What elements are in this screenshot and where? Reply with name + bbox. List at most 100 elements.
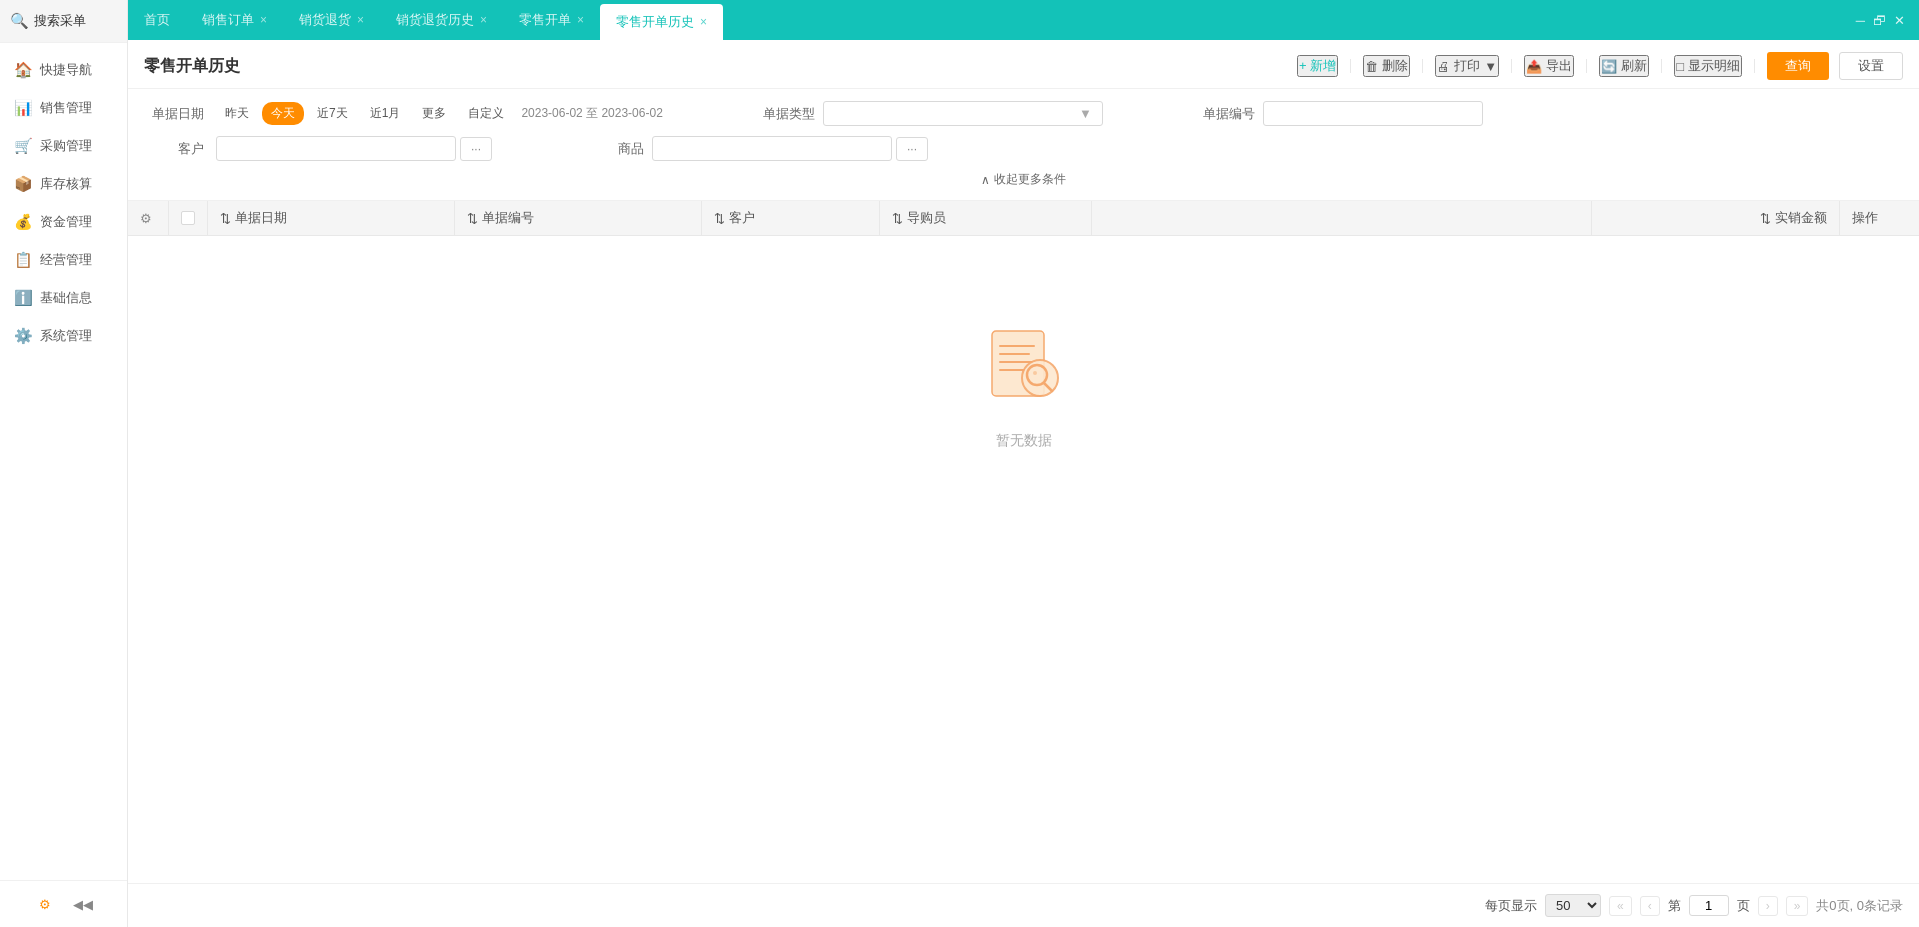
- customer-input[interactable]: [216, 136, 456, 161]
- print-icon: 🖨: [1437, 59, 1450, 74]
- product-input-group: ···: [652, 136, 928, 161]
- next-page-btn[interactable]: ›: [1758, 896, 1778, 916]
- date-filter-buttons: 昨天 今天 近7天 近1月 更多 自定义 2023-06-02 至 2023-0…: [216, 102, 663, 125]
- data-table: ⚙ ⇅ 单据日期 ⇅: [128, 201, 1919, 530]
- settings-bottom-icon[interactable]: ⚙: [34, 893, 56, 915]
- print-button-label: 打印: [1454, 57, 1480, 75]
- tab-sales-order-label: 销售订单: [202, 11, 254, 29]
- page-number-input[interactable]: [1689, 895, 1729, 916]
- th-customer-sort[interactable]: ⇅ 客户: [714, 209, 866, 227]
- page-label: 第: [1668, 897, 1681, 915]
- print-dropdown-icon: ▼: [1484, 59, 1497, 74]
- th-date-sort[interactable]: ⇅ 单据日期: [220, 209, 442, 227]
- chart-icon: 📊: [14, 99, 32, 117]
- tab-retail-open[interactable]: 零售开单 ×: [503, 0, 600, 40]
- doc-no-label: 单据编号: [1195, 105, 1255, 123]
- page-title: 零售开单历史: [144, 56, 240, 77]
- select-all-checkbox[interactable]: [181, 211, 195, 225]
- filter-row-2: 客户 ··· 商品 ···: [144, 136, 1903, 161]
- tab-sales-order-close[interactable]: ×: [260, 13, 267, 27]
- date-btn-last7[interactable]: 近7天: [308, 102, 357, 125]
- export-button[interactable]: 📤 导出: [1524, 55, 1574, 77]
- collapse-sidebar-icon[interactable]: ◀◀: [72, 893, 94, 915]
- th-salesperson-sort-icon: ⇅: [892, 211, 903, 226]
- tab-sales-return[interactable]: 销货退货 ×: [283, 0, 380, 40]
- tab-retail-open-history[interactable]: 零售开单历史 ×: [600, 4, 723, 40]
- doc-type-select[interactable]: ▼: [823, 101, 1103, 126]
- first-page-btn[interactable]: «: [1609, 896, 1632, 916]
- tab-retail-open-close[interactable]: ×: [577, 13, 584, 27]
- th-salesperson-sort[interactable]: ⇅ 导购员: [892, 209, 1079, 227]
- doc-type-filter: 单据类型 ▼: [755, 101, 1103, 126]
- collapse-filter-btn[interactable]: ∧ 收起更多条件: [144, 171, 1903, 188]
- delete-button-label: 删除: [1382, 57, 1408, 75]
- main-content: 首页 销售订单 × 销货退货 × 销货退货历史 × 零售开单 × 零售开单历史 …: [128, 0, 1919, 927]
- sidebar-item-purchase-mgmt[interactable]: 🛒 采购管理: [0, 127, 127, 165]
- customer-ellipsis-btn[interactable]: ···: [460, 137, 492, 161]
- date-btn-last-month[interactable]: 近1月: [361, 102, 410, 125]
- refresh-button-label: 刷新: [1621, 57, 1647, 75]
- th-checkbox: [168, 201, 207, 236]
- tab-sales-return-close[interactable]: ×: [357, 13, 364, 27]
- sidebar-item-inventory[interactable]: 📦 库存核算: [0, 165, 127, 203]
- settings-button-label: 设置: [1858, 58, 1884, 73]
- product-ellipsis-btn[interactable]: ···: [896, 137, 928, 161]
- top-nav: 首页 销售订单 × 销货退货 × 销货退货历史 × 零售开单 × 零售开单历史 …: [128, 0, 1919, 40]
- sidebar-item-sys-mgmt[interactable]: ⚙️ 系统管理: [0, 317, 127, 355]
- th-date: ⇅ 单据日期: [207, 201, 454, 236]
- refresh-button[interactable]: 🔄 刷新: [1599, 55, 1649, 77]
- delete-button[interactable]: 🗑 删除: [1363, 55, 1410, 77]
- display-detail-button[interactable]: □ 显示明细: [1674, 55, 1742, 77]
- sidebar-search[interactable]: 🔍 搜索采单: [0, 0, 127, 43]
- page-content: 零售开单历史 + 新增 🗑 删除 🖨 打印 ▼ 📤: [128, 40, 1919, 927]
- search-icon: 🔍: [10, 12, 28, 30]
- settings-button[interactable]: 设置: [1839, 52, 1903, 80]
- customer-input-group: ···: [216, 136, 492, 161]
- sidebar-item-finance[interactable]: 💰 资金管理: [0, 203, 127, 241]
- print-button[interactable]: 🖨 打印 ▼: [1435, 55, 1499, 77]
- divider-2: [1422, 59, 1423, 73]
- prev-page-btn[interactable]: ‹: [1640, 896, 1660, 916]
- tab-sales-order[interactable]: 销售订单 ×: [186, 0, 283, 40]
- query-button[interactable]: 查询: [1767, 52, 1829, 80]
- info-icon: ℹ️: [14, 289, 32, 307]
- sidebar-search-label: 搜索采单: [34, 12, 86, 30]
- date-btn-custom[interactable]: 自定义: [459, 102, 513, 125]
- money-icon: 💰: [14, 213, 32, 231]
- doc-no-input[interactable]: [1263, 101, 1483, 126]
- th-amount-label: 实销金额: [1775, 209, 1827, 227]
- sidebar-item-basic-info[interactable]: ℹ️ 基础信息: [0, 279, 127, 317]
- tab-sales-return-history-close[interactable]: ×: [480, 13, 487, 27]
- sidebar-item-biz-mgmt[interactable]: 📋 经营管理: [0, 241, 127, 279]
- th-customer: ⇅ 客户: [702, 201, 879, 236]
- customer-filter-label: 客户: [144, 140, 204, 158]
- product-input[interactable]: [652, 136, 892, 161]
- th-no-sort[interactable]: ⇅ 单据编号: [467, 209, 689, 227]
- page-header: 零售开单历史 + 新增 🗑 删除 🖨 打印 ▼ 📤: [128, 40, 1919, 89]
- header-actions: + 新增 🗑 删除 🖨 打印 ▼ 📤 导出: [1297, 52, 1903, 80]
- date-btn-today[interactable]: 今天: [262, 102, 304, 125]
- window-minimize-btn[interactable]: ─: [1856, 13, 1865, 28]
- th-amount-sort[interactable]: ⇅ 实销金额: [1604, 209, 1826, 227]
- date-btn-more[interactable]: 更多: [413, 102, 455, 125]
- sidebar-label-basic-info: 基础信息: [40, 289, 92, 307]
- sidebar-item-quick-nav[interactable]: 🏠 快捷导航: [0, 51, 127, 89]
- new-button[interactable]: + 新增: [1297, 55, 1338, 77]
- table-header-row: ⚙ ⇅ 单据日期 ⇅: [128, 201, 1919, 236]
- box-icon: 📦: [14, 175, 32, 193]
- sidebar-item-sales-mgmt[interactable]: 📊 销售管理: [0, 89, 127, 127]
- page-size-select[interactable]: 10 20 50 100: [1545, 894, 1601, 917]
- th-salesperson: ⇅ 导购员: [879, 201, 1091, 236]
- window-close-btn[interactable]: ✕: [1894, 13, 1905, 28]
- tab-home[interactable]: 首页: [128, 0, 186, 40]
- divider-3: [1511, 59, 1512, 73]
- date-filter-label: 单据日期: [144, 105, 204, 123]
- dropdown-arrow-icon: ▼: [1079, 106, 1092, 121]
- window-restore-btn[interactable]: 🗗: [1873, 13, 1886, 28]
- last-page-btn[interactable]: »: [1786, 896, 1809, 916]
- date-btn-yesterday[interactable]: 昨天: [216, 102, 258, 125]
- divider-6: [1754, 59, 1755, 73]
- tab-retail-open-history-close[interactable]: ×: [700, 15, 707, 29]
- table-config-icon[interactable]: ⚙: [140, 211, 152, 226]
- tab-sales-return-history[interactable]: 销货退货历史 ×: [380, 0, 503, 40]
